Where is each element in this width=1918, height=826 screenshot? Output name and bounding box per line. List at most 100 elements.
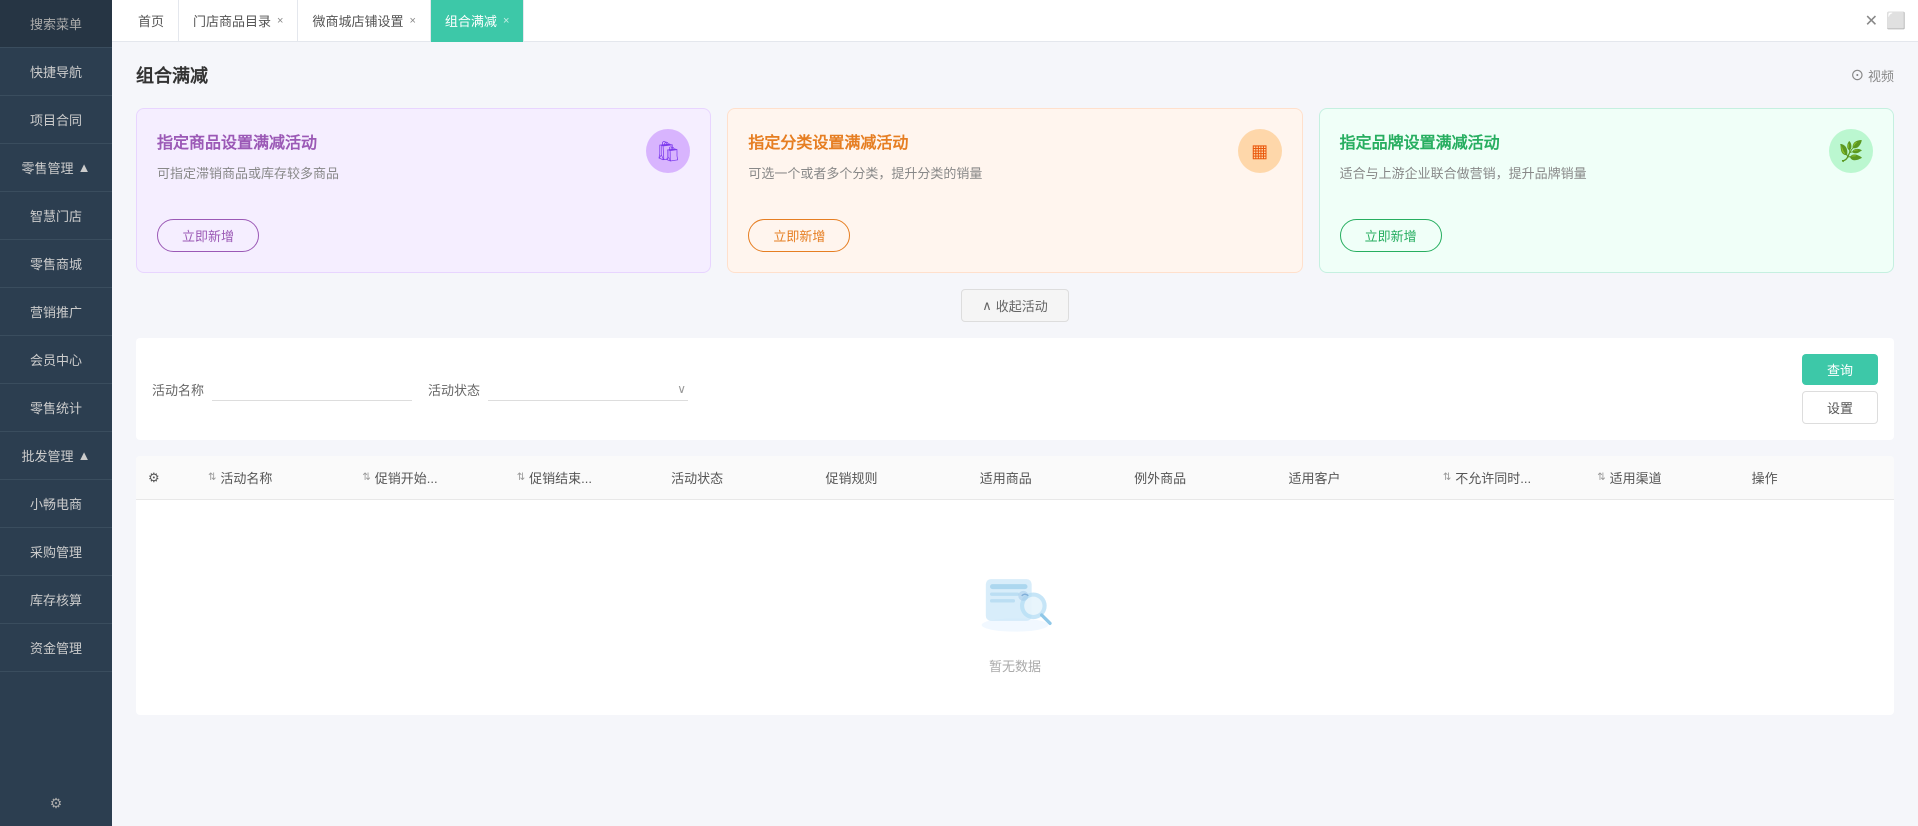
product-card-add-btn[interactable]: 立即新增 xyxy=(157,219,259,252)
category-card-add-btn[interactable]: 立即新增 xyxy=(748,219,850,252)
sidebar: 搜索菜单 快捷导航 项目合同 零售管理 ▲ 智慧门店 零售商城 营销推广 会员中… xyxy=(0,0,112,826)
video-link[interactable]: ⊙ 视频 xyxy=(1851,65,1894,85)
product-card-icon: 🛍 xyxy=(646,129,690,173)
tabs-controls: ✕ ⬜ xyxy=(1865,11,1906,31)
page-title: 组合满减 xyxy=(136,62,208,88)
empty-state: 暂无数据 xyxy=(136,500,1894,715)
th-rule-label: 促销规则 xyxy=(825,468,877,487)
tab-wechat-shop-close[interactable]: × xyxy=(409,15,415,27)
th-action-label: 操作 xyxy=(1752,468,1778,487)
brand-card-icon: 🌿 xyxy=(1829,129,1873,173)
tab-store-catalog-label: 门店商品目录 xyxy=(193,11,271,30)
th-concurrent: ⇅ 不允许同时... xyxy=(1431,468,1585,487)
sidebar-item-smart-store[interactable]: 智慧门店 xyxy=(0,192,112,240)
close-window-icon[interactable]: ✕ xyxy=(1865,11,1878,31)
tab-store-catalog[interactable]: 门店商品目录 × xyxy=(179,0,298,42)
sidebar-item-finance[interactable]: 资金管理 xyxy=(0,624,112,672)
collapse-bar: ∧ 收起活动 xyxy=(136,289,1894,322)
table-settings-icon: ⚙ xyxy=(148,470,160,486)
sidebar-item-inventory[interactable]: 库存核算 xyxy=(0,576,112,624)
filter-status-label: 活动状态 xyxy=(428,380,480,399)
filter-status-select[interactable]: 进行中 已结束 未开始 xyxy=(488,377,688,401)
category-card-desc: 可选一个或者多个分类，提升分类的销量 xyxy=(748,163,1281,199)
sidebar-item-project[interactable]: 项目合同 xyxy=(0,96,112,144)
th-channel-label: 适用渠道 xyxy=(1610,468,1662,487)
collapse-arrow-icon: ∧ xyxy=(982,298,992,314)
main-area: 首页 门店商品目录 × 微商城店铺设置 × 组合满减 × ✕ ⬜ 组合满减 ⊙ … xyxy=(112,0,1918,826)
th-channel: ⇅ 适用渠道 xyxy=(1585,468,1739,487)
th-status: 活动状态 xyxy=(659,468,813,487)
th-status-label: 活动状态 xyxy=(671,468,723,487)
empty-illustration xyxy=(965,560,1065,640)
sidebar-item-wholesale[interactable]: 批发管理 ▲ xyxy=(0,432,112,480)
play-circle-icon: ⊙ xyxy=(1851,65,1864,85)
th-concurrent-label: 不允许同时... xyxy=(1455,468,1531,487)
sidebar-settings[interactable]: ⚙ xyxy=(0,781,112,826)
th-customer: 适用客户 xyxy=(1277,468,1431,487)
setting-button[interactable]: 设置 xyxy=(1802,391,1878,424)
sidebar-item-quick-nav[interactable]: 快捷导航 xyxy=(0,48,112,96)
th-end: ⇅ 促销结束... xyxy=(505,468,659,487)
th-name: ⇅ 活动名称 xyxy=(196,468,350,487)
category-card-title: 指定分类设置满减活动 xyxy=(748,129,1281,153)
sidebar-item-member[interactable]: 会员中心 xyxy=(0,336,112,384)
tab-home[interactable]: 首页 xyxy=(124,0,179,42)
video-label: 视频 xyxy=(1868,66,1894,85)
sidebar-item-marketing[interactable]: 营销推广 xyxy=(0,288,112,336)
sidebar-item-xiaochang[interactable]: 小畅电商 xyxy=(0,480,112,528)
collapse-button[interactable]: ∧ 收起活动 xyxy=(961,289,1069,322)
category-card-icon: ▦ xyxy=(1238,129,1282,173)
brand-card-desc: 适合与上游企业联合做营销，提升品牌销量 xyxy=(1340,163,1873,199)
sidebar-search-label: 搜索菜单 xyxy=(30,17,82,32)
tab-combo-discount-close[interactable]: × xyxy=(503,15,509,27)
th-goods-label: 适用商品 xyxy=(980,468,1032,487)
filter-name-label: 活动名称 xyxy=(152,380,204,399)
tab-store-catalog-close[interactable]: × xyxy=(277,15,283,27)
th-start: ⇅ 促销开始... xyxy=(350,468,504,487)
th-customer-label: 适用客户 xyxy=(1289,468,1341,487)
th-start-label: 促销开始... xyxy=(375,468,438,487)
expand-arrow-icon: ▲ xyxy=(78,160,91,175)
table-header: ⚙ ⇅ 活动名称 ⇅ 促销开始... ⇅ 促销结束... 活动状态 xyxy=(136,456,1894,500)
maximize-icon[interactable]: ⬜ xyxy=(1886,11,1906,31)
tab-home-label: 首页 xyxy=(138,11,164,30)
sort-icon-channel[interactable]: ⇅ xyxy=(1597,472,1605,483)
th-rule: 促销规则 xyxy=(813,468,967,487)
sidebar-search[interactable]: 搜索菜单 xyxy=(0,0,112,48)
content-area: 组合满减 ⊙ 视频 🛍 指定商品设置满减活动 可指定滞销商品或库存较多商品 立即… xyxy=(112,42,1918,826)
category-card: ▦ 指定分类设置满减活动 可选一个或者多个分类，提升分类的销量 立即新增 xyxy=(727,108,1302,273)
filter-name-input[interactable] xyxy=(212,377,412,401)
th-action: 操作 xyxy=(1740,468,1894,487)
query-button[interactable]: 查询 xyxy=(1802,354,1878,385)
sidebar-item-retail-mall[interactable]: 零售商城 xyxy=(0,240,112,288)
product-card: 🛍 指定商品设置满减活动 可指定滞销商品或库存较多商品 立即新增 xyxy=(136,108,711,273)
brand-card: 🌿 指定品牌设置满减活动 适合与上游企业联合做营销，提升品牌销量 立即新增 xyxy=(1319,108,1894,273)
filter-status-item: 活动状态 进行中 已结束 未开始 ∨ xyxy=(428,377,688,401)
product-card-desc: 可指定滞销商品或库存较多商品 xyxy=(157,163,690,199)
page-header: 组合满减 ⊙ 视频 xyxy=(136,62,1894,88)
th-settings[interactable]: ⚙ xyxy=(136,470,196,486)
th-exception: 例外商品 xyxy=(1122,468,1276,487)
collapse-label: 收起活动 xyxy=(996,296,1048,315)
th-name-label: 活动名称 xyxy=(220,468,272,487)
tab-combo-discount[interactable]: 组合满减 × xyxy=(431,0,524,42)
data-table: ⚙ ⇅ 活动名称 ⇅ 促销开始... ⇅ 促销结束... 活动状态 xyxy=(136,456,1894,715)
brand-card-title: 指定品牌设置满减活动 xyxy=(1340,129,1873,153)
sort-icon-name[interactable]: ⇅ xyxy=(208,472,216,483)
filter-actions: 查询 设置 xyxy=(1802,354,1878,424)
sidebar-item-stats[interactable]: 零售统计 xyxy=(0,384,112,432)
sort-icon-start[interactable]: ⇅ xyxy=(362,472,370,483)
sidebar-item-retail[interactable]: 零售管理 ▲ xyxy=(0,144,112,192)
cards-row: 🛍 指定商品设置满减活动 可指定滞销商品或库存较多商品 立即新增 ▦ 指定分类设… xyxy=(136,108,1894,273)
filter-name-item: 活动名称 xyxy=(152,377,412,401)
th-goods: 适用商品 xyxy=(968,468,1122,487)
th-end-label: 促销结束... xyxy=(529,468,592,487)
brand-card-add-btn[interactable]: 立即新增 xyxy=(1340,219,1442,252)
tab-combo-discount-label: 组合满减 xyxy=(445,11,497,30)
filter-status-select-wrapper: 进行中 已结束 未开始 ∨ xyxy=(488,377,688,401)
expand-arrow-icon-2: ▲ xyxy=(78,448,91,463)
sort-icon-concurrent[interactable]: ⇅ xyxy=(1443,472,1451,483)
sidebar-item-purchase[interactable]: 采购管理 xyxy=(0,528,112,576)
sort-icon-end[interactable]: ⇅ xyxy=(517,472,525,483)
tab-wechat-shop[interactable]: 微商城店铺设置 × xyxy=(298,0,430,42)
